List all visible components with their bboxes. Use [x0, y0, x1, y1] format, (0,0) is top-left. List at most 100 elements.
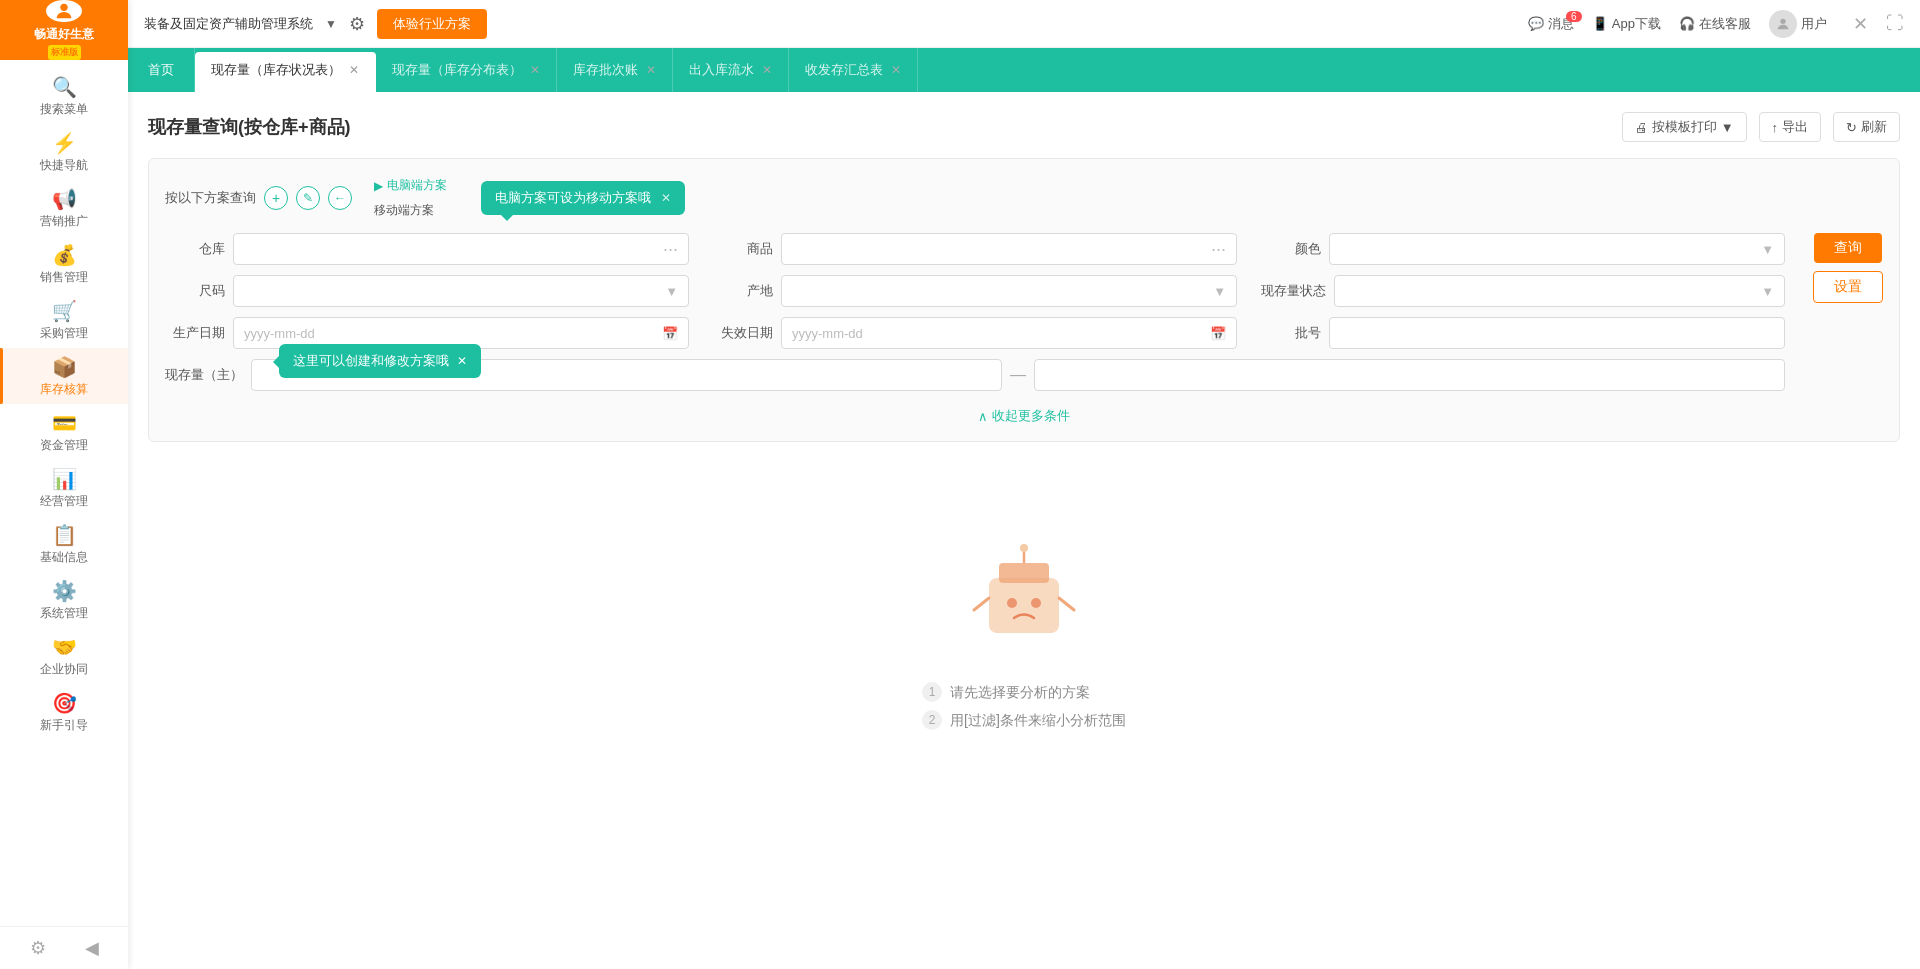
- expire-date-calendar-icon[interactable]: 📅: [1210, 326, 1226, 341]
- color-select[interactable]: ▼: [1329, 233, 1785, 265]
- scheme-desktop-label: 电脑端方案: [387, 177, 447, 194]
- tab-home[interactable]: 首页: [128, 48, 195, 92]
- sidebar-item-purchase[interactable]: 🛒 采购管理: [0, 292, 128, 348]
- back-scheme-button[interactable]: ←: [328, 186, 352, 210]
- stock-status-select[interactable]: ▼: [1334, 275, 1785, 307]
- topbar-expand-icon[interactable]: ⛶: [1886, 13, 1904, 34]
- sidebar-item-marketing[interactable]: 📢 营销推广: [0, 180, 128, 236]
- goods-dots-icon[interactable]: ···: [1211, 239, 1226, 260]
- chevron-up-icon: ∧: [978, 409, 988, 424]
- refresh-button[interactable]: ↻ 刷新: [1833, 112, 1900, 142]
- prod-date-calendar-icon[interactable]: 📅: [662, 326, 678, 341]
- sidebar-item-quick-nav[interactable]: ⚡ 快捷导航: [0, 124, 128, 180]
- app-name: 畅通好生意: [34, 26, 94, 43]
- svg-point-7: [1020, 544, 1028, 552]
- sidebar-item-label: 快捷导航: [40, 157, 88, 174]
- sidebar-item-basic-info[interactable]: 📋 基础信息: [0, 516, 128, 572]
- online-support-action[interactable]: 🎧 在线客服: [1679, 15, 1751, 33]
- create-tooltip-close[interactable]: ✕: [457, 354, 467, 368]
- reset-button[interactable]: 设置: [1813, 271, 1883, 303]
- sidebar-item-label: 采购管理: [40, 325, 88, 342]
- page-header: 现存量查询(按仓库+商品) 🖨 按模板打印 ▼ ↑ 导出 ↻ 刷新: [148, 112, 1900, 142]
- app-download-label: App下载: [1612, 15, 1661, 33]
- warehouse-dots-icon[interactable]: ···: [663, 239, 678, 260]
- filter-row-1: 仓库 ··· 商品 ···: [165, 233, 1785, 265]
- add-scheme-button[interactable]: +: [264, 186, 288, 210]
- tabbar: 首页 现存量（库存状况表） ✕ 现存量（库存分布表） ✕ 库存批次账 ✕ 出入库…: [128, 48, 1920, 92]
- sidebar-item-system[interactable]: ⚙️ 系统管理: [0, 572, 128, 628]
- tab-close-batch-ledger[interactable]: ✕: [646, 63, 656, 77]
- page-title: 现存量查询(按仓库+商品): [148, 115, 351, 139]
- origin-select[interactable]: ▼: [781, 275, 1237, 307]
- sidebar-nav: 🔍 搜索菜单 ⚡ 快捷导航 📢 营销推广 💰 销售管理 🛒 采购管理 📦 库存核…: [0, 60, 128, 926]
- origin-dropdown-icon: ▼: [1213, 284, 1226, 299]
- topbar-close-icon[interactable]: ✕: [1853, 13, 1868, 35]
- system-dropdown[interactable]: ▼: [325, 17, 337, 31]
- batch-input[interactable]: [1329, 317, 1785, 349]
- tab-batch-ledger[interactable]: 库存批次账 ✕: [557, 48, 673, 92]
- settings-footer-icon[interactable]: ⚙: [30, 937, 46, 959]
- user-label: 用户: [1801, 15, 1827, 33]
- tab-inventory-status[interactable]: 现存量（库存状况表） ✕: [195, 52, 376, 92]
- sidebar-item-operations[interactable]: 📊 经营管理: [0, 460, 128, 516]
- empty-tips: 1 请先选择要分析的方案 2 用[过滤]条件来缩小分析范围: [922, 678, 1126, 734]
- search-menu-icon: 🔍: [52, 75, 77, 99]
- sidebar-item-label: 新手引导: [40, 717, 88, 734]
- collapse-sidebar-icon[interactable]: ◀: [85, 937, 99, 959]
- search-button[interactable]: 查询: [1814, 233, 1882, 263]
- size-select[interactable]: ▼: [233, 275, 689, 307]
- topbar: 装备及固定资产辅助管理系统 ▼ ⚙ 体验行业方案 💬 消息 6 📱 App下载 …: [128, 0, 1920, 48]
- sidebar-item-sales[interactable]: 💰 销售管理: [0, 236, 128, 292]
- sidebar-item-label: 资金管理: [40, 437, 88, 454]
- warehouse-input[interactable]: ···: [233, 233, 689, 265]
- purchase-icon: 🛒: [52, 299, 77, 323]
- warehouse-label: 仓库: [165, 240, 225, 258]
- app-logo: 畅通好生意 标准版: [0, 0, 128, 60]
- expire-date-input[interactable]: yyyy-mm-dd 📅: [781, 317, 1237, 349]
- online-support-label: 在线客服: [1699, 15, 1751, 33]
- tab-close-inout-flow[interactable]: ✕: [762, 63, 772, 77]
- scheme-desktop[interactable]: ▶ 电脑端方案: [368, 175, 453, 196]
- quick-nav-icon: ⚡: [52, 131, 77, 155]
- tab-close-collect-summary[interactable]: ✕: [891, 63, 901, 77]
- sidebar-item-inventory[interactable]: 📦 库存核算: [0, 348, 128, 404]
- edit-scheme-button[interactable]: ✎: [296, 186, 320, 210]
- tab-inventory-dist[interactable]: 现存量（库存分布表） ✕: [376, 48, 557, 92]
- settings-icon[interactable]: ⚙: [349, 13, 365, 35]
- tab-close-inventory-dist[interactable]: ✕: [530, 63, 540, 77]
- basic-info-icon: 📋: [52, 523, 77, 547]
- stock-status-label: 现存量状态: [1261, 282, 1326, 300]
- tab-collect-summary[interactable]: 收发存汇总表 ✕: [789, 48, 918, 92]
- sidebar-item-finance[interactable]: 💳 资金管理: [0, 404, 128, 460]
- message-action[interactable]: 💬 消息 6: [1528, 15, 1574, 33]
- scheme-tooltip-close[interactable]: ✕: [661, 191, 671, 205]
- tip-num-1: 1: [922, 682, 942, 702]
- tab-close-inventory-status[interactable]: ✕: [349, 63, 359, 77]
- color-dropdown-icon: ▼: [1761, 242, 1774, 257]
- tab-inout-flow[interactable]: 出入库流水 ✕: [673, 48, 789, 92]
- filter-goods: 商品 ···: [713, 233, 1237, 265]
- main-area: 装备及固定资产辅助管理系统 ▼ ⚙ 体验行业方案 💬 消息 6 📱 App下载 …: [128, 0, 1920, 969]
- print-button[interactable]: 🖨 按模板打印 ▼: [1622, 112, 1747, 142]
- filter-size: 尺码 ▼: [165, 275, 689, 307]
- sidebar-item-label: 销售管理: [40, 269, 88, 286]
- scheme-mobile[interactable]: 移动端方案: [368, 200, 453, 221]
- app-download-action[interactable]: 📱 App下载: [1592, 15, 1661, 33]
- sidebar-item-enterprise[interactable]: 🤝 企业协同: [0, 628, 128, 684]
- sidebar-item-guide[interactable]: 🎯 新手引导: [0, 684, 128, 740]
- tab-inventory-status-label: 现存量（库存状况表）: [211, 61, 341, 79]
- system-name: 装备及固定资产辅助管理系统: [144, 15, 313, 33]
- logo-icon: [46, 0, 82, 22]
- avatar: [1769, 10, 1797, 38]
- export-button[interactable]: ↑ 导出: [1759, 112, 1822, 142]
- goods-input[interactable]: ···: [781, 233, 1237, 265]
- collapse-filter-button[interactable]: ∧ 收起更多条件: [165, 407, 1883, 425]
- sidebar-item-search-menu[interactable]: 🔍 搜索菜单: [0, 68, 128, 124]
- stock-main-to[interactable]: [1034, 359, 1785, 391]
- refresh-icon: ↻: [1846, 120, 1857, 135]
- search-buttons: 查询 设置: [1801, 233, 1883, 303]
- prod-date-placeholder: yyyy-mm-dd: [244, 326, 315, 341]
- user-action[interactable]: 用户: [1769, 10, 1827, 38]
- trial-button[interactable]: 体验行业方案: [377, 9, 487, 39]
- headset-icon: 🎧: [1679, 16, 1695, 31]
